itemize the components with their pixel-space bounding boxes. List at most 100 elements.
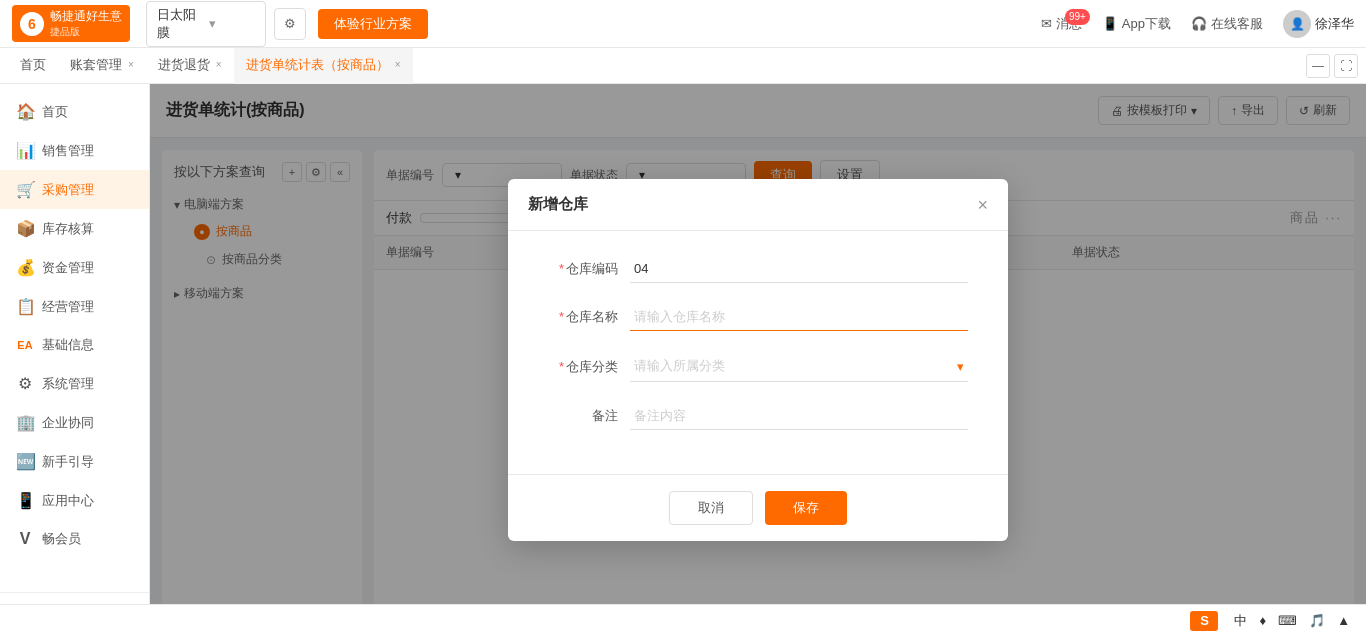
s-logo: S xyxy=(1190,611,1218,631)
inventory-icon: 📦 xyxy=(16,219,34,238)
tab-bar: 首页 账套管理 × 进货退货 × 进货单统计表（按商品） × — ⛶ xyxy=(0,48,1366,84)
sidebar-item-purchase[interactable]: 🛒 采购管理 xyxy=(0,170,149,209)
modal-close-button[interactable]: × xyxy=(977,196,988,214)
accounts-tab-label: 账套管理 xyxy=(70,56,122,74)
sidebar-item-home[interactable]: 🏠 首页 xyxy=(0,92,149,131)
name-label: 仓库名称 xyxy=(548,308,618,326)
modal-body: 仓库编码 仓库名称 仓库分类 请输入所属分类 ▾ xyxy=(508,231,1008,474)
code-label: 仓库编码 xyxy=(548,260,618,278)
category-dropdown-arrow: ▾ xyxy=(957,359,964,374)
tab-home[interactable]: 首页 xyxy=(8,48,58,84)
remark-input[interactable] xyxy=(630,402,968,430)
purchase-stats-tab-label: 进货单统计表（按商品） xyxy=(246,56,389,74)
guide-icon: 🆕 xyxy=(16,452,34,471)
headset-icon: 🎧 xyxy=(1191,16,1207,31)
store-dropdown-arrow: ▾ xyxy=(209,16,255,31)
sidebar-apps-label: 应用中心 xyxy=(42,492,94,510)
bottom-chinese-icon[interactable]: 中 xyxy=(1234,612,1247,630)
sidebar-purchase-label: 采购管理 xyxy=(42,181,94,199)
system-icon: ⚙ xyxy=(16,374,34,393)
sidebar-enterprise-label: 企业协同 xyxy=(42,414,94,432)
purchase-return-tab-close[interactable]: × xyxy=(216,59,222,70)
sidebar-item-finance[interactable]: 💰 资金管理 xyxy=(0,248,149,287)
form-row-remark: 备注 xyxy=(548,402,968,430)
category-label: 仓库分类 xyxy=(548,358,618,376)
tab-expand-button[interactable]: ⛶ xyxy=(1334,54,1358,78)
member-icon: V xyxy=(16,530,34,548)
bottom-diamond-icon[interactable]: ♦ xyxy=(1259,613,1266,628)
sidebar-item-sales[interactable]: 📊 销售管理 xyxy=(0,131,149,170)
content-area: 进货单统计(按商品) 🖨 按模板打印 ▾ ↑ 导出 ↺ 刷新 xyxy=(150,84,1366,636)
tab-accounts[interactable]: 账套管理 × xyxy=(58,48,146,84)
sidebar: 🏠 首页 📊 销售管理 🛒 采购管理 📦 库存核算 💰 资金管理 📋 经营管理 … xyxy=(0,84,150,636)
logo-icon: 6 xyxy=(20,12,44,36)
message-icon: ✉ xyxy=(1041,16,1052,31)
modal-title: 新增仓库 xyxy=(528,195,588,214)
purchase-icon: 🛒 xyxy=(16,180,34,199)
bottom-keyboard-icon[interactable]: ⌨ xyxy=(1278,613,1297,628)
remark-label: 备注 xyxy=(548,407,618,425)
logo-text: 畅捷通好生意 捷品版 xyxy=(50,9,122,38)
tab-minimize-button[interactable]: — xyxy=(1306,54,1330,78)
sidebar-item-system[interactable]: ⚙ 系统管理 xyxy=(0,364,149,403)
form-row-code: 仓库编码 xyxy=(548,255,968,283)
finance-icon: 💰 xyxy=(16,258,34,277)
basic-icon: EA xyxy=(16,339,34,351)
sidebar-home-label: 首页 xyxy=(42,103,68,121)
save-button[interactable]: 保存 xyxy=(765,491,847,525)
store-selector[interactable]: 日太阳膜 ▾ xyxy=(146,1,266,47)
user-avatar-area[interactable]: 👤 徐泽华 xyxy=(1283,10,1354,38)
avatar: 👤 xyxy=(1283,10,1311,38)
sidebar-basic-label: 基础信息 xyxy=(42,336,94,354)
modal-header: 新增仓库 × xyxy=(508,179,1008,231)
purchase-stats-tab-close[interactable]: × xyxy=(395,59,401,70)
avatar-icon: 👤 xyxy=(1290,17,1305,31)
sales-icon: 📊 xyxy=(16,141,34,160)
warehouse-name-input[interactable] xyxy=(630,303,968,331)
purchase-return-tab-label: 进货退货 xyxy=(158,56,210,74)
online-service-button[interactable]: 🎧 在线客服 xyxy=(1191,15,1263,33)
trial-button[interactable]: 体验行业方案 xyxy=(318,9,428,39)
mobile-icon: 📱 xyxy=(1102,16,1118,31)
accounts-tab-close[interactable]: × xyxy=(128,59,134,70)
message-badge: 99+ xyxy=(1065,9,1090,25)
app-download-button[interactable]: 📱 App下载 xyxy=(1102,15,1171,33)
sidebar-system-label: 系统管理 xyxy=(42,375,94,393)
tab-purchase-stats[interactable]: 进货单统计表（按商品） × xyxy=(234,48,413,84)
header-right: ✉ 消息 99+ 📱 App下载 🎧 在线客服 👤 徐泽华 xyxy=(1041,10,1354,38)
tab-purchase-return[interactable]: 进货退货 × xyxy=(146,48,234,84)
category-placeholder: 请输入所属分类 xyxy=(634,357,957,375)
home-icon: 🏠 xyxy=(16,102,34,121)
bottom-bar: S 中 ♦ ⌨ 🎵 ▲ xyxy=(0,604,1366,636)
form-row-name: 仓库名称 xyxy=(548,303,968,331)
sidebar-item-operation[interactable]: 📋 经营管理 xyxy=(0,287,149,326)
tab-actions: — ⛶ xyxy=(1306,54,1358,78)
sidebar-item-enterprise[interactable]: 🏢 企业协同 xyxy=(0,403,149,442)
main-layout: 🏠 首页 📊 销售管理 🛒 采购管理 📦 库存核算 💰 资金管理 📋 经营管理 … xyxy=(0,84,1366,636)
warehouse-code-input[interactable] xyxy=(630,255,968,283)
apps-icon: 📱 xyxy=(16,491,34,510)
settings-button[interactable]: ⚙ xyxy=(274,8,306,40)
sidebar-item-guide[interactable]: 🆕 新手引导 xyxy=(0,442,149,481)
sidebar-item-inventory[interactable]: 📦 库存核算 xyxy=(0,209,149,248)
enterprise-icon: 🏢 xyxy=(16,413,34,432)
sidebar-inventory-label: 库存核算 xyxy=(42,220,94,238)
cancel-button[interactable]: 取消 xyxy=(669,491,753,525)
home-tab-label: 首页 xyxy=(20,56,46,74)
bottom-speaker-icon[interactable]: 🎵 xyxy=(1309,613,1325,628)
sidebar-item-basic[interactable]: EA 基础信息 xyxy=(0,326,149,364)
sidebar-sales-label: 销售管理 xyxy=(42,142,94,160)
category-select[interactable]: 请输入所属分类 ▾ xyxy=(630,351,968,382)
bottom-icons: S 中 ♦ ⌨ 🎵 ▲ xyxy=(1190,611,1350,631)
sidebar-item-apps[interactable]: 📱 应用中心 xyxy=(0,481,149,520)
sidebar-finance-label: 资金管理 xyxy=(42,259,94,277)
bottom-chevron-icon[interactable]: ▲ xyxy=(1337,613,1350,628)
operation-icon: 📋 xyxy=(16,297,34,316)
logo-area: 6 畅捷通好生意 捷品版 xyxy=(12,5,130,42)
sidebar-item-member[interactable]: V 畅会员 xyxy=(0,520,149,558)
modal-footer: 取消 保存 xyxy=(508,474,1008,541)
messages-button[interactable]: ✉ 消息 99+ xyxy=(1041,15,1082,33)
top-header: 6 畅捷通好生意 捷品版 日太阳膜 ▾ ⚙ 体验行业方案 ✉ 消息 99+ 📱 … xyxy=(0,0,1366,48)
form-row-category: 仓库分类 请输入所属分类 ▾ xyxy=(548,351,968,382)
sidebar-member-label: 畅会员 xyxy=(42,530,81,548)
